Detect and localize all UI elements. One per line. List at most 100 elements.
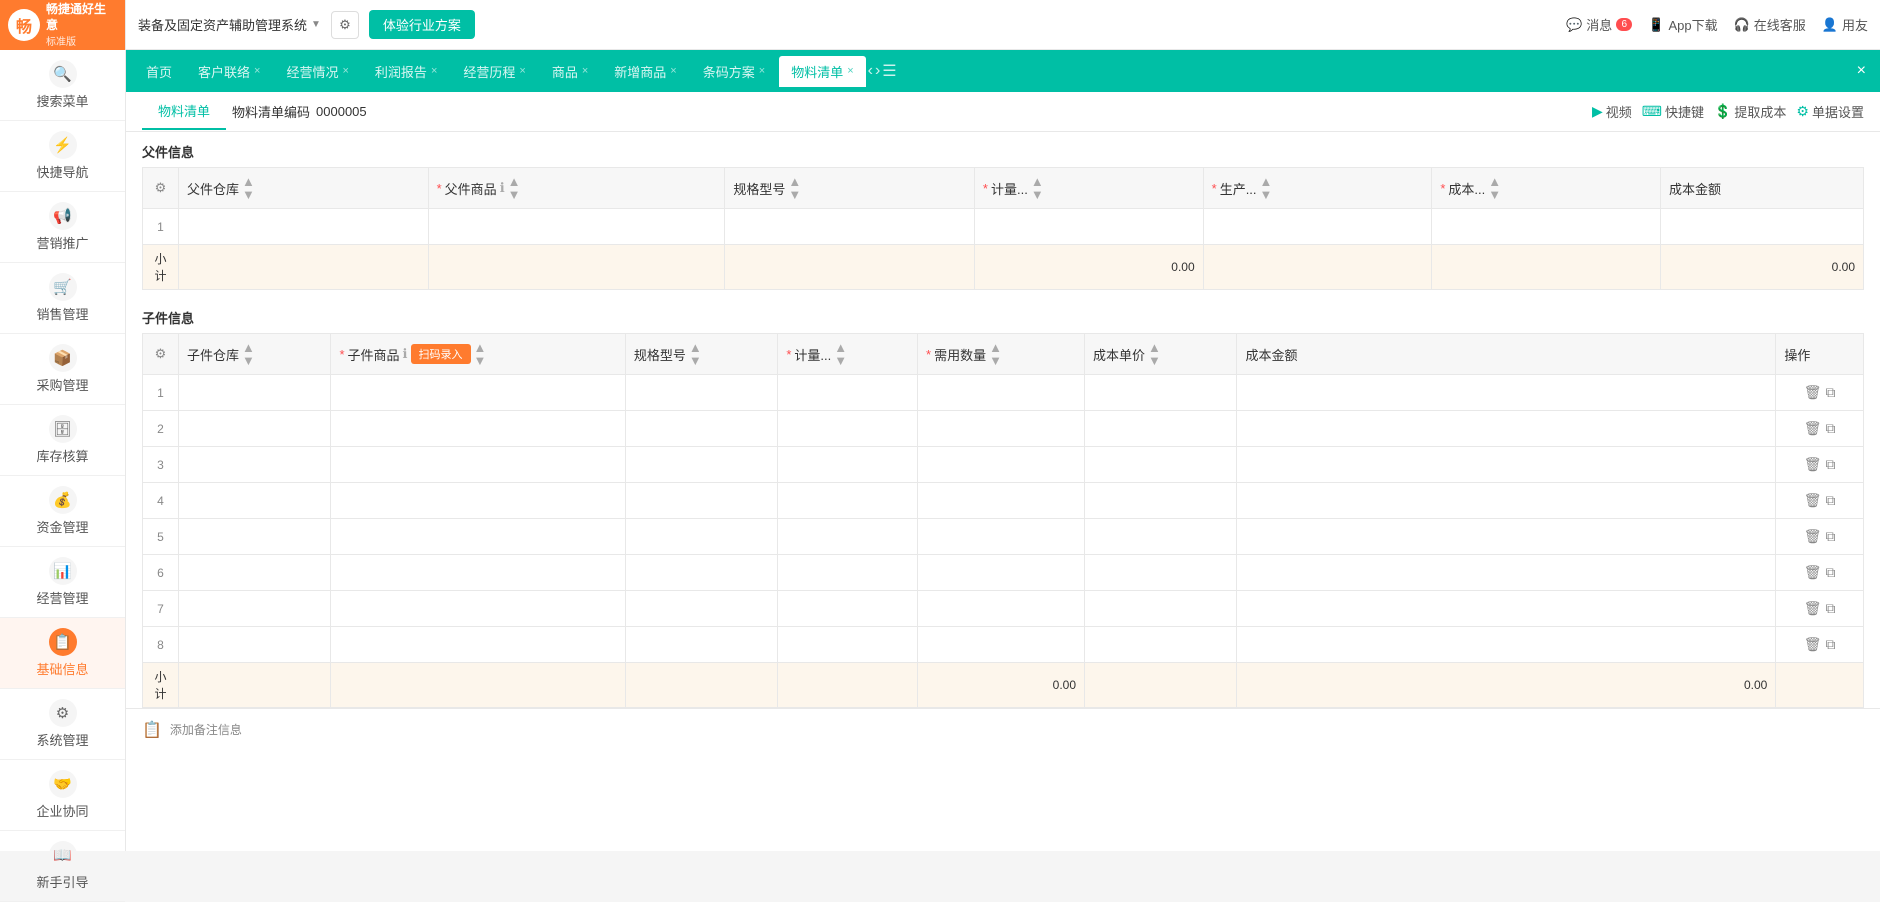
parent-production-cell[interactable]: [1203, 209, 1432, 245]
child-unit-cost-cell[interactable]: [1085, 555, 1237, 591]
child-product-cell[interactable]: [331, 555, 625, 591]
copy-row-button[interactable]: ⧉: [1826, 492, 1836, 509]
child-product-cell[interactable]: [331, 411, 625, 447]
delete-row-button[interactable]: 🗑: [1804, 420, 1822, 437]
child-product-cell[interactable]: [331, 483, 625, 519]
child-unit-cost-cell[interactable]: [1085, 483, 1237, 519]
child-spec-cell[interactable]: [625, 555, 777, 591]
child-quantity-cell[interactable]: [918, 519, 1085, 555]
sidebar-item-purchase[interactable]: 📦 采购管理: [0, 334, 125, 405]
parent-spec-cell[interactable]: [725, 209, 975, 245]
tab-close-bom[interactable]: ×: [847, 65, 853, 77]
child-unit-cell[interactable]: [778, 627, 918, 663]
messages-button[interactable]: 💬 消息 6: [1566, 15, 1632, 34]
app-download-button[interactable]: 📱 App下载: [1648, 15, 1717, 34]
child-quantity-cell[interactable]: [918, 375, 1085, 411]
child-quantity-cell[interactable]: [918, 555, 1085, 591]
delete-row-button[interactable]: 🗑: [1804, 564, 1822, 581]
child-unit-cell[interactable]: [778, 555, 918, 591]
child-product-cell[interactable]: [331, 375, 625, 411]
child-unit-cost-cell[interactable]: [1085, 375, 1237, 411]
extract-cost-button[interactable]: 💲 提取成本: [1714, 102, 1786, 121]
add-note-text[interactable]: 添加备注信息: [170, 721, 242, 738]
child-product-cell[interactable]: [331, 519, 625, 555]
delete-row-button[interactable]: 🗑: [1804, 492, 1822, 509]
child-warehouse-cell[interactable]: [179, 447, 331, 483]
child-unit-cost-cell[interactable]: [1085, 627, 1237, 663]
sub-tab-bom-list[interactable]: 物料清单: [142, 93, 226, 130]
tab-close-barcode[interactable]: ×: [759, 65, 765, 77]
tab-prev-icon[interactable]: ‹: [868, 62, 873, 80]
tab-close-history[interactable]: ×: [519, 65, 525, 77]
child-unit-cell[interactable]: [778, 519, 918, 555]
delete-row-button[interactable]: 🗑: [1804, 456, 1822, 473]
sidebar-item-guide[interactable]: 📖 新手引导: [0, 831, 125, 902]
tab-operations[interactable]: 经营情况 ×: [274, 56, 360, 87]
document-settings-button[interactable]: ⚙ 单据设置: [1796, 102, 1864, 121]
parent-col-settings[interactable]: ⚙: [143, 168, 179, 209]
online-service-button[interactable]: 🎧 在线客服: [1734, 15, 1806, 34]
shortcut-button[interactable]: ⌨ 快捷键: [1642, 102, 1704, 121]
child-unit-cell[interactable]: [778, 483, 918, 519]
tab-goods[interactable]: 商品 ×: [540, 56, 600, 87]
tab-close-operations[interactable]: ×: [342, 65, 348, 77]
child-quantity-cell[interactable]: [918, 447, 1085, 483]
copy-row-button[interactable]: ⧉: [1826, 456, 1836, 473]
child-warehouse-cell[interactable]: [179, 519, 331, 555]
child-spec-cell[interactable]: [625, 627, 777, 663]
child-product-cell[interactable]: [331, 591, 625, 627]
copy-row-button[interactable]: ⧉: [1826, 600, 1836, 617]
tab-close-goods[interactable]: ×: [582, 65, 588, 77]
tab-barcode[interactable]: 条码方案 ×: [691, 56, 777, 87]
child-unit-cost-cell[interactable]: [1085, 411, 1237, 447]
child-warehouse-cell[interactable]: [179, 591, 331, 627]
child-spec-cell[interactable]: [625, 591, 777, 627]
parent-cost-cell[interactable]: [1432, 209, 1661, 245]
view-video-button[interactable]: ▶ 视频: [1592, 102, 1632, 121]
tab-customers[interactable]: 客户联络 ×: [186, 56, 272, 87]
child-spec-cell[interactable]: [625, 519, 777, 555]
sidebar-item-finance[interactable]: 💰 资金管理: [0, 476, 125, 547]
sidebar-item-collab[interactable]: 🤝 企业协同: [0, 760, 125, 831]
parent-unit-cell[interactable]: [974, 209, 1203, 245]
child-warehouse-cell[interactable]: [179, 483, 331, 519]
child-product-cell[interactable]: [331, 447, 625, 483]
child-unit-cost-cell[interactable]: [1085, 447, 1237, 483]
tab-close-customers[interactable]: ×: [254, 65, 260, 77]
child-product-cell[interactable]: [331, 627, 625, 663]
child-unit-cell[interactable]: [778, 375, 918, 411]
tab-profit[interactable]: 利润报告 ×: [363, 56, 449, 87]
tab-next-icon[interactable]: ›: [875, 62, 880, 80]
child-warehouse-cell[interactable]: [179, 411, 331, 447]
close-all-tabs[interactable]: ×: [1851, 60, 1872, 82]
user-menu[interactable]: 👤 用友: [1822, 15, 1868, 34]
child-spec-cell[interactable]: [625, 411, 777, 447]
delete-row-button[interactable]: 🗑: [1804, 636, 1822, 653]
delete-row-button[interactable]: 🗑: [1804, 528, 1822, 545]
child-spec-cell[interactable]: [625, 375, 777, 411]
sidebar-item-inventory[interactable]: 🗄 库存核算: [0, 405, 125, 476]
child-unit-cost-cell[interactable]: [1085, 591, 1237, 627]
tab-bom[interactable]: 物料清单 ×: [779, 56, 865, 87]
trial-button[interactable]: 体验行业方案: [369, 10, 475, 39]
child-quantity-cell[interactable]: [918, 483, 1085, 519]
gear-button[interactable]: ⚙: [331, 11, 359, 39]
tab-menu-icon[interactable]: ☰: [882, 61, 896, 81]
sidebar-item-sales[interactable]: 🛒 销售管理: [0, 263, 125, 334]
child-warehouse-cell[interactable]: [179, 375, 331, 411]
parent-warehouse-cell[interactable]: [179, 209, 429, 245]
copy-row-button[interactable]: ⧉: [1826, 384, 1836, 401]
sidebar-item-operations[interactable]: 📊 经营管理: [0, 547, 125, 618]
copy-row-button[interactable]: ⧉: [1826, 420, 1836, 437]
child-spec-cell[interactable]: [625, 447, 777, 483]
child-spec-cell[interactable]: [625, 483, 777, 519]
tab-close-profit[interactable]: ×: [431, 65, 437, 77]
scan-button[interactable]: 扫码录入: [411, 344, 471, 364]
child-unit-cell[interactable]: [778, 411, 918, 447]
child-quantity-cell[interactable]: [918, 627, 1085, 663]
sidebar-item-system[interactable]: ⚙ 系统管理: [0, 689, 125, 760]
child-unit-cell[interactable]: [778, 447, 918, 483]
copy-row-button[interactable]: ⧉: [1826, 636, 1836, 653]
system-selector[interactable]: 装备及固定资产辅助管理系统 ▼: [138, 15, 321, 34]
sidebar-item-quicknav[interactable]: ⚡ 快捷导航: [0, 121, 125, 192]
